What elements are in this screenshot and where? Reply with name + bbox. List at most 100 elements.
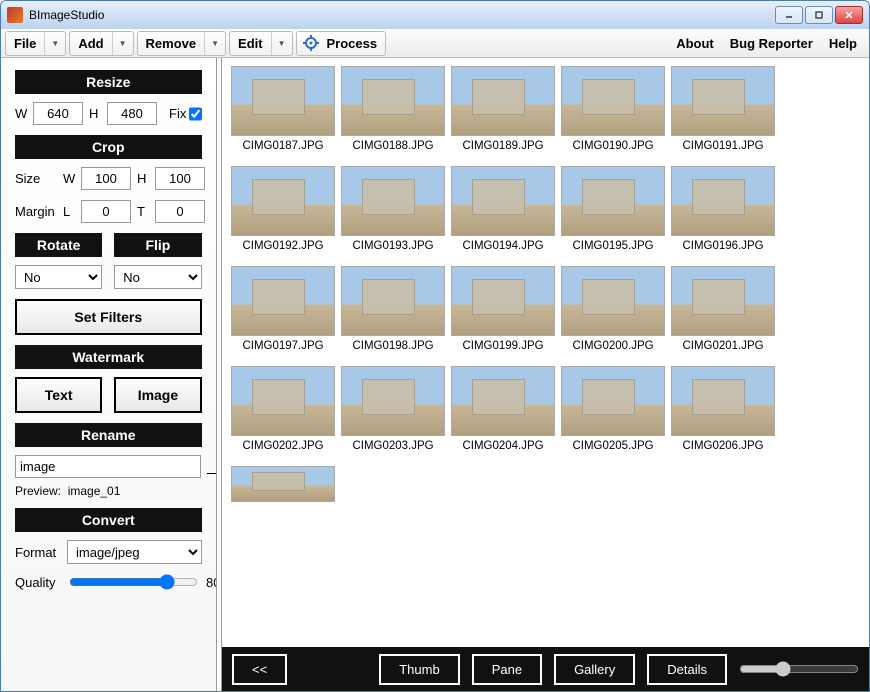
- thumbnail-image: [451, 366, 555, 436]
- thumbnail[interactable]: CIMG0193.JPG: [340, 166, 446, 262]
- zoom-slider[interactable]: [739, 661, 859, 677]
- menu-remove[interactable]: Remove▼: [137, 31, 227, 56]
- set-filters-button[interactable]: Set Filters: [15, 299, 202, 335]
- menu-edit[interactable]: Edit▼: [229, 31, 292, 56]
- crop-size-label: Size: [15, 171, 57, 186]
- format-select[interactable]: image/jpeg: [67, 540, 202, 564]
- menu-bug-reporter[interactable]: Bug Reporter: [722, 36, 821, 51]
- thumbnail-image: [561, 366, 665, 436]
- rename-header: Rename: [15, 423, 202, 447]
- thumbnail[interactable]: CIMG0194.JPG: [450, 166, 556, 262]
- thumbnail[interactable]: CIMG0196.JPG: [670, 166, 776, 262]
- thumbnail[interactable]: CIMG0191.JPG: [670, 66, 776, 162]
- thumbnail-image: [561, 66, 665, 136]
- thumbnail-image: [451, 266, 555, 336]
- thumbnail-label: CIMG0203.JPG: [352, 436, 433, 462]
- thumbnail-image: [231, 66, 335, 136]
- resize-header: Resize: [15, 70, 202, 94]
- thumbnail[interactable]: CIMG0204.JPG: [450, 366, 556, 462]
- thumbnail[interactable]: CIMG0195.JPG: [560, 166, 666, 262]
- thumbnail[interactable]: CIMG0201.JPG: [670, 266, 776, 362]
- thumbnail-image: [341, 366, 445, 436]
- resize-h-label: H: [89, 106, 101, 121]
- thumbnail[interactable]: CIMG0206.JPG: [670, 366, 776, 462]
- view-gallery-button[interactable]: Gallery: [554, 654, 635, 685]
- flip-select[interactable]: No: [114, 265, 201, 289]
- thumbnail-label: CIMG0189.JPG: [462, 136, 543, 162]
- gallery-scroll[interactable]: CIMG0187.JPG CIMG0188.JPG CIMG0189.JPG CIMG…: [222, 58, 869, 647]
- quality-value: 80%: [206, 575, 216, 590]
- rotate-select[interactable]: No: [15, 265, 102, 289]
- thumbnail-label: CIMG0195.JPG: [572, 236, 653, 262]
- crop-t-label: T: [137, 204, 149, 219]
- watermark-text-button[interactable]: Text: [15, 377, 102, 413]
- crop-left-input[interactable]: [81, 200, 131, 223]
- thumbnail-label: CIMG0192.JPG: [242, 236, 323, 262]
- view-pane-button[interactable]: Pane: [472, 654, 542, 685]
- watermark-header: Watermark: [15, 345, 202, 369]
- thumbnail[interactable]: CIMG0200.JPG: [560, 266, 666, 362]
- resize-width-input[interactable]: [33, 102, 83, 125]
- menu-add[interactable]: Add▼: [69, 31, 133, 56]
- close-button[interactable]: [835, 6, 863, 24]
- thumbnail[interactable]: CIMG0203.JPG: [340, 366, 446, 462]
- crop-top-input[interactable]: [155, 200, 205, 223]
- thumbnail-image: [671, 266, 775, 336]
- thumbnail[interactable]: CIMG0198.JPG: [340, 266, 446, 362]
- thumbnail[interactable]: CIMG0187.JPG: [230, 66, 336, 162]
- view-thumb-button[interactable]: Thumb: [379, 654, 459, 685]
- thumbnail-label: CIMG0201.JPG: [682, 336, 763, 362]
- thumbnail-label: CIMG0197.JPG: [242, 336, 323, 362]
- titlebar: BImageStudio: [1, 1, 869, 29]
- thumbnail[interactable]: CIMG0202.JPG: [230, 366, 336, 462]
- resize-w-label: W: [15, 106, 27, 121]
- menu-about[interactable]: About: [668, 36, 722, 51]
- thumbnail-image: [231, 166, 335, 236]
- thumbnail[interactable]: CIMG0199.JPG: [450, 266, 556, 362]
- thumbnail[interactable]: CIMG0190.JPG: [560, 66, 666, 162]
- thumbnail-image: [231, 466, 335, 502]
- quality-slider[interactable]: [69, 574, 198, 590]
- caret-down-icon: ▼: [44, 32, 65, 55]
- menu-process[interactable]: Process: [296, 31, 387, 56]
- menubar: File▼ Add▼ Remove▼ Edit▼ Process About B…: [1, 29, 869, 58]
- thumbnail-label: CIMG0204.JPG: [462, 436, 543, 462]
- rename-separator: _: [207, 458, 216, 476]
- resize-fix-checkbox[interactable]: [189, 107, 202, 121]
- menu-help[interactable]: Help: [821, 36, 865, 51]
- thumbnail-label: CIMG0198.JPG: [352, 336, 433, 362]
- thumbnail-label: CIMG0196.JPG: [682, 236, 763, 262]
- crop-l-label: L: [63, 204, 75, 219]
- menu-file[interactable]: File▼: [5, 31, 66, 56]
- thumbnail[interactable]: CIMG0192.JPG: [230, 166, 336, 262]
- view-details-button[interactable]: Details: [647, 654, 727, 685]
- bottombar: << Thumb Pane Gallery Details: [222, 647, 869, 691]
- caret-down-icon: ▼: [204, 32, 225, 55]
- rename-base-input[interactable]: [15, 455, 201, 478]
- rotate-header: Rotate: [15, 233, 102, 257]
- thumbnail[interactable]: CIMG0189.JPG: [450, 66, 556, 162]
- convert-header: Convert: [15, 508, 202, 532]
- thumbnail-label: CIMG0202.JPG: [242, 436, 323, 462]
- thumbnail-label: CIMG0200.JPG: [572, 336, 653, 362]
- thumbnail[interactable]: CIMG0188.JPG: [340, 66, 446, 162]
- thumbnail-label: CIMG0194.JPG: [462, 236, 543, 262]
- quality-label: Quality: [15, 575, 61, 590]
- thumbnail-image: [671, 66, 775, 136]
- thumbnail-image: [561, 166, 665, 236]
- window-title: BImageStudio: [29, 8, 773, 22]
- maximize-button[interactable]: [805, 6, 833, 24]
- thumbnail-image: [561, 266, 665, 336]
- resize-height-input[interactable]: [107, 102, 157, 125]
- crop-width-input[interactable]: [81, 167, 131, 190]
- thumbnail[interactable]: CIMG0197.JPG: [230, 266, 336, 362]
- watermark-image-button[interactable]: Image: [114, 377, 201, 413]
- minimize-button[interactable]: [775, 6, 803, 24]
- crop-header: Crop: [15, 135, 202, 159]
- collapse-button[interactable]: <<: [232, 654, 287, 685]
- app-icon: [7, 7, 23, 23]
- thumbnail-label: CIMG0187.JPG: [242, 136, 323, 162]
- thumbnail[interactable]: CIMG0205.JPG: [560, 366, 666, 462]
- crop-height-input[interactable]: [155, 167, 205, 190]
- thumbnail[interactable]: [230, 466, 336, 502]
